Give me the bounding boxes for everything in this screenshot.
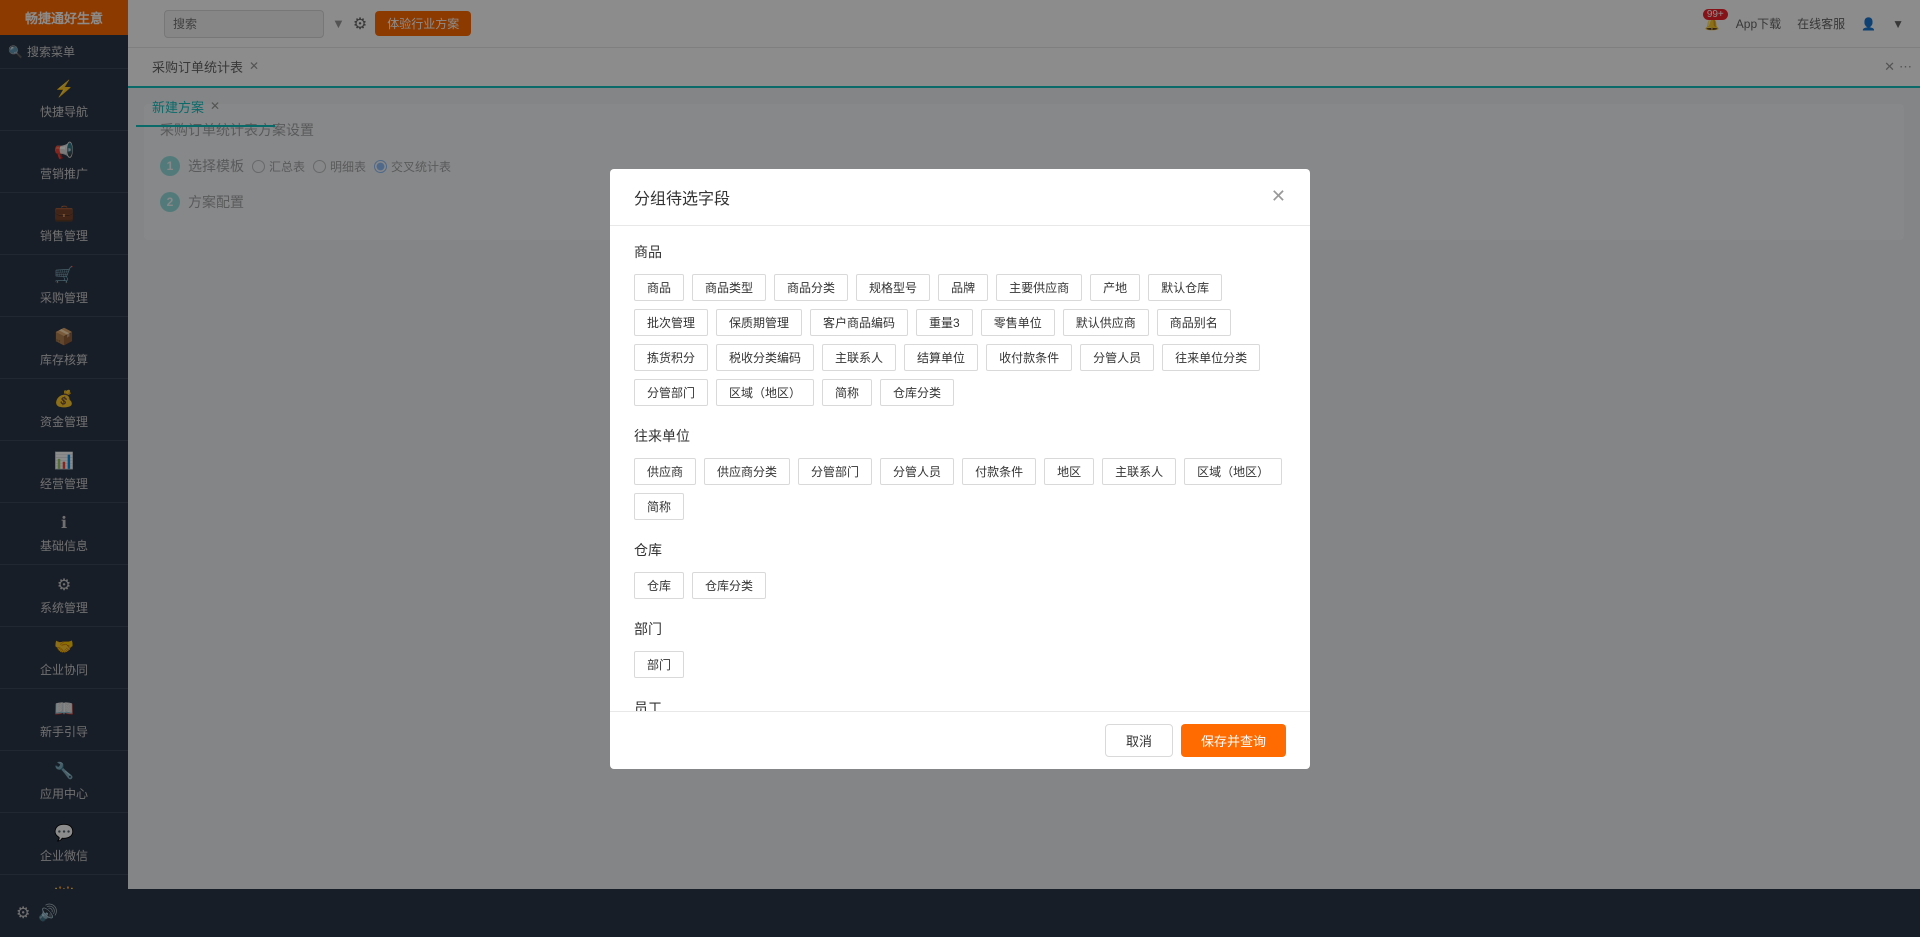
field-section-员工: 员工业务员 xyxy=(634,698,1286,711)
modal-footer: 取消 保存并查询 xyxy=(610,711,1310,769)
field-tag-往来单位分类[interactable]: 往来单位分类 xyxy=(1162,344,1260,371)
field-tags-仓库: 仓库仓库分类 xyxy=(634,572,1286,599)
field-tags-往来单位: 供应商供应商分类分管部门分管人员付款条件地区主联系人区域（地区） 简称 xyxy=(634,458,1286,520)
section-title-员工: 员工 xyxy=(634,698,1286,711)
modal-body: 商品商品商品类型商品分类规格型号品牌主要供应商产地默认仓库批次管理保质期管理客户… xyxy=(610,226,1310,711)
field-tag-仓库分类[interactable]: 仓库分类 xyxy=(880,379,954,406)
modal-dialog: 分组待选字段 ✕ 商品商品商品类型商品分类规格型号品牌主要供应商产地默认仓库批次… xyxy=(610,169,1310,769)
field-tag-简称[interactable]: 简称 xyxy=(822,379,872,406)
field-tag-品牌[interactable]: 品牌 xyxy=(938,274,988,301)
field-tag-仓库分类[interactable]: 仓库分类 xyxy=(692,572,766,599)
field-tag-付款条件[interactable]: 付款条件 xyxy=(962,458,1036,485)
field-tag-收付款条件[interactable]: 收付款条件 xyxy=(986,344,1072,371)
field-tag-批次管理[interactable]: 批次管理 xyxy=(634,309,708,336)
field-tag-主联系人[interactable]: 主联系人 xyxy=(1102,458,1176,485)
field-section-往来单位: 往来单位供应商供应商分类分管部门分管人员付款条件地区主联系人区域（地区） 简称 xyxy=(634,426,1286,520)
field-tag-结算单位[interactable]: 结算单位 xyxy=(904,344,978,371)
field-tag-客户商品编码[interactable]: 客户商品编码 xyxy=(810,309,908,336)
field-section-商品: 商品商品商品类型商品分类规格型号品牌主要供应商产地默认仓库批次管理保质期管理客户… xyxy=(634,242,1286,406)
field-tag-保质期管理[interactable]: 保质期管理 xyxy=(716,309,802,336)
field-tag-部门[interactable]: 部门 xyxy=(634,651,684,678)
field-tag-供应商分类[interactable]: 供应商分类 xyxy=(704,458,790,485)
field-tags-部门: 部门 xyxy=(634,651,1286,678)
field-tag-地区[interactable]: 地区 xyxy=(1044,458,1094,485)
field-tag-仓库[interactable]: 仓库 xyxy=(634,572,684,599)
section-title-部门: 部门 xyxy=(634,619,1286,639)
field-tags-商品: 商品商品类型商品分类规格型号品牌主要供应商产地默认仓库批次管理保质期管理客户商品… xyxy=(634,274,1286,406)
field-tag-分管人员[interactable]: 分管人员 xyxy=(1080,344,1154,371)
field-tag-简称[interactable]: 简称 xyxy=(634,493,684,520)
field-tag-分管部门[interactable]: 分管部门 xyxy=(634,379,708,406)
section-title-往来单位: 往来单位 xyxy=(634,426,1286,446)
field-tag-商品[interactable]: 商品 xyxy=(634,274,684,301)
field-tag-规格型号[interactable]: 规格型号 xyxy=(856,274,930,301)
section-title-商品: 商品 xyxy=(634,242,1286,262)
field-tag-分管部门[interactable]: 分管部门 xyxy=(798,458,872,485)
field-tag-重量3[interactable]: 重量3 xyxy=(916,309,973,336)
modal-header: 分组待选字段 ✕ xyxy=(610,169,1310,226)
field-tag-区域（地区）[interactable]: 区域（地区） xyxy=(716,379,814,406)
cancel-button[interactable]: 取消 xyxy=(1105,724,1173,757)
field-tag-商品类型[interactable]: 商品类型 xyxy=(692,274,766,301)
field-tag-拣货积分[interactable]: 拣货积分 xyxy=(634,344,708,371)
modal-close-button[interactable]: ✕ xyxy=(1271,186,1286,207)
modal-overlay: 分组待选字段 ✕ 商品商品商品类型商品分类规格型号品牌主要供应商产地默认仓库批次… xyxy=(0,0,1920,937)
field-section-部门: 部门部门 xyxy=(634,619,1286,678)
confirm-button[interactable]: 保存并查询 xyxy=(1181,724,1286,757)
field-tag-商品别名[interactable]: 商品别名 xyxy=(1157,309,1231,336)
field-tag-默认仓库[interactable]: 默认仓库 xyxy=(1148,274,1222,301)
field-tag-商品分类[interactable]: 商品分类 xyxy=(774,274,848,301)
field-section-仓库: 仓库仓库仓库分类 xyxy=(634,540,1286,599)
field-tag-税收分类编码[interactable]: 税收分类编码 xyxy=(716,344,814,371)
field-tag-产地[interactable]: 产地 xyxy=(1090,274,1140,301)
field-tag-主要供应商[interactable]: 主要供应商 xyxy=(996,274,1082,301)
field-tag-区域（地区）[interactable]: 区域（地区） xyxy=(1184,458,1282,485)
field-tag-零售单位[interactable]: 零售单位 xyxy=(981,309,1055,336)
field-tag-默认供应商[interactable]: 默认供应商 xyxy=(1063,309,1149,336)
field-tag-供应商[interactable]: 供应商 xyxy=(634,458,696,485)
field-tag-分管人员[interactable]: 分管人员 xyxy=(880,458,954,485)
section-title-仓库: 仓库 xyxy=(634,540,1286,560)
modal-title: 分组待选字段 xyxy=(634,185,730,209)
field-tag-主联系人[interactable]: 主联系人 xyxy=(822,344,896,371)
